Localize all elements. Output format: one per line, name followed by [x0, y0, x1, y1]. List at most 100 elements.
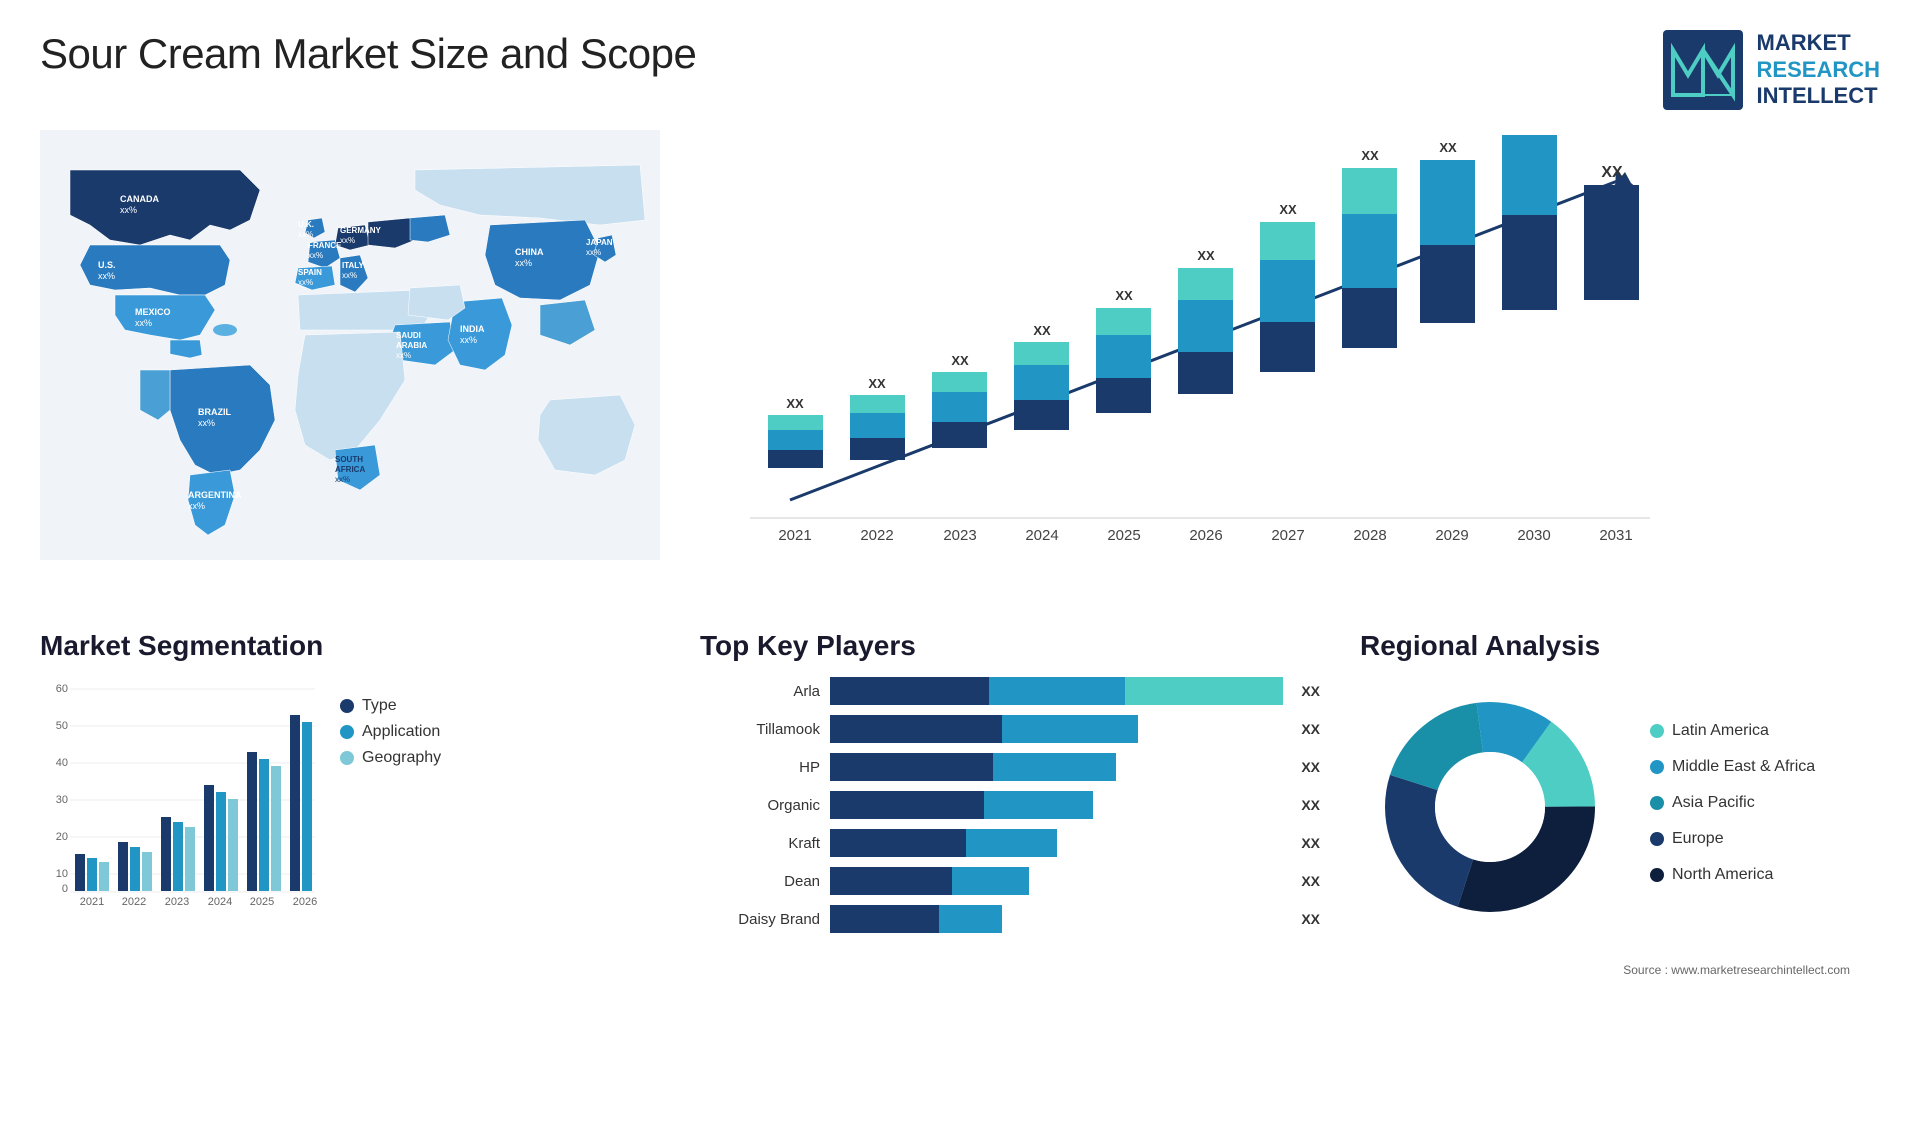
type-dot	[340, 699, 354, 713]
player-bar	[830, 791, 1283, 819]
svg-text:2021: 2021	[80, 896, 104, 907]
svg-text:2027: 2027	[1271, 527, 1304, 544]
svg-text:XX: XX	[868, 376, 886, 391]
svg-text:40: 40	[56, 757, 68, 769]
svg-text:xx%: xx%	[120, 205, 137, 215]
regional-title: Regional Analysis	[1360, 630, 1880, 662]
player-arla: Arla XX	[700, 677, 1320, 705]
player-xx: XX	[1301, 911, 1320, 927]
north-america-dot	[1650, 868, 1664, 882]
svg-text:CHINA: CHINA	[515, 247, 544, 257]
player-tillamook: Tillamook XX	[700, 715, 1320, 743]
player-bar	[830, 905, 1283, 933]
svg-text:INDIA: INDIA	[460, 324, 485, 334]
player-organic: Organic XX	[700, 791, 1320, 819]
player-bar	[830, 829, 1283, 857]
svg-text:xx%: xx%	[340, 236, 355, 245]
svg-text:xx%: xx%	[135, 318, 152, 328]
svg-text:XX: XX	[1601, 164, 1623, 181]
svg-text:xx%: xx%	[98, 271, 115, 281]
segmentation-legend: Type Application Geography	[340, 697, 441, 775]
europe-dot	[1650, 832, 1664, 846]
svg-text:xx%: xx%	[586, 248, 601, 257]
svg-text:20: 20	[56, 831, 68, 843]
svg-text:2026: 2026	[1189, 527, 1222, 544]
svg-text:SPAIN: SPAIN	[298, 268, 322, 277]
svg-text:XX: XX	[1115, 288, 1133, 303]
svg-text:BRAZIL: BRAZIL	[198, 407, 231, 417]
map-section: CANADA xx% U.S. xx% MEXICO xx% BRAZIL xx…	[30, 120, 670, 600]
svg-text:xx%: xx%	[342, 271, 357, 280]
player-name: Dean	[700, 873, 820, 890]
svg-text:2030: 2030	[1517, 527, 1550, 544]
svg-text:50: 50	[56, 720, 68, 732]
svg-text:xx%: xx%	[298, 278, 313, 287]
svg-text:U.K.: U.K.	[298, 220, 314, 229]
svg-text:2031: 2031	[1599, 527, 1632, 544]
svg-text:xx%: xx%	[396, 351, 411, 360]
source-text: Source : www.marketresearchintellect.com	[1623, 963, 1880, 977]
svg-text:60: 60	[56, 683, 68, 695]
svg-text:2023: 2023	[943, 527, 976, 544]
svg-text:XX: XX	[1033, 323, 1051, 338]
svg-text:2021: 2021	[778, 527, 811, 544]
svg-text:xx%: xx%	[308, 251, 323, 260]
player-name: Daisy Brand	[700, 911, 820, 928]
svg-text:2029: 2029	[1435, 527, 1468, 544]
svg-text:XX: XX	[1361, 148, 1379, 163]
svg-text:2024: 2024	[208, 896, 232, 907]
svg-text:xx%: xx%	[460, 335, 477, 345]
svg-text:FRANCE: FRANCE	[308, 241, 342, 250]
top-content-grid: CANADA xx% U.S. xx% MEXICO xx% BRAZIL xx…	[0, 120, 1920, 610]
legend-north-america: North America	[1650, 866, 1815, 884]
svg-text:xx%: xx%	[515, 258, 532, 268]
svg-text:xx%: xx%	[188, 501, 205, 511]
logo-area: MARKET RESEARCH INTELLECT	[1663, 30, 1880, 110]
segmentation-section: Market Segmentation 60 50 40 30 20 10 0	[30, 620, 670, 953]
svg-text:AFRICA: AFRICA	[335, 465, 365, 474]
player-kraft: Kraft XX	[700, 829, 1320, 857]
svg-text:0: 0	[62, 883, 68, 895]
svg-text:2025: 2025	[1107, 527, 1140, 544]
svg-text:JAPAN: JAPAN	[586, 238, 613, 247]
svg-text:2022: 2022	[860, 527, 893, 544]
bar-chart-section: XX XX XX XX XX	[680, 120, 1890, 600]
player-bar	[830, 867, 1283, 895]
player-dean: Dean XX	[700, 867, 1320, 895]
asia-pacific-dot	[1650, 796, 1664, 810]
player-xx: XX	[1301, 759, 1320, 775]
legend-middle-east: Middle East & Africa	[1650, 758, 1815, 776]
svg-text:2022: 2022	[122, 896, 146, 907]
player-name: Kraft	[700, 835, 820, 852]
middle-east-dot	[1650, 760, 1664, 774]
player-xx: XX	[1301, 835, 1320, 851]
svg-text:30: 30	[56, 794, 68, 806]
page-header: Sour Cream Market Size and Scope MARKET …	[0, 0, 1920, 120]
page-title: Sour Cream Market Size and Scope	[40, 30, 696, 78]
svg-text:CANADA: CANADA	[120, 194, 159, 204]
player-bar	[830, 715, 1283, 743]
world-map: CANADA xx% U.S. xx% MEXICO xx% BRAZIL xx…	[40, 130, 640, 560]
bottom-grid: Market Segmentation 60 50 40 30 20 10 0	[0, 620, 1920, 953]
svg-text:2026: 2026	[293, 896, 317, 907]
regional-section: Regional Analysis	[1350, 620, 1890, 953]
player-xx: XX	[1301, 797, 1320, 813]
player-name: Arla	[700, 683, 820, 700]
legend-geography: Geography	[340, 749, 441, 767]
legend-type: Type	[340, 697, 441, 715]
legend-europe: Europe	[1650, 830, 1815, 848]
bar-chart: XX XX XX XX XX	[700, 130, 1870, 550]
player-name: Tillamook	[700, 721, 820, 738]
logo-icon	[1663, 30, 1743, 110]
svg-text:10: 10	[56, 868, 68, 880]
svg-text:2028: 2028	[1353, 527, 1386, 544]
players-section: Top Key Players Arla XX Tillamook XX HP	[690, 620, 1330, 953]
legend-asia-pacific: Asia Pacific	[1650, 794, 1815, 812]
svg-text:xx%: xx%	[298, 230, 313, 239]
svg-text:2025: 2025	[250, 896, 274, 907]
svg-text:SAUDI: SAUDI	[396, 331, 421, 340]
svg-text:XX: XX	[1279, 202, 1297, 217]
player-name: Organic	[700, 797, 820, 814]
geography-dot	[340, 751, 354, 765]
svg-text:ARABIA: ARABIA	[396, 341, 427, 350]
